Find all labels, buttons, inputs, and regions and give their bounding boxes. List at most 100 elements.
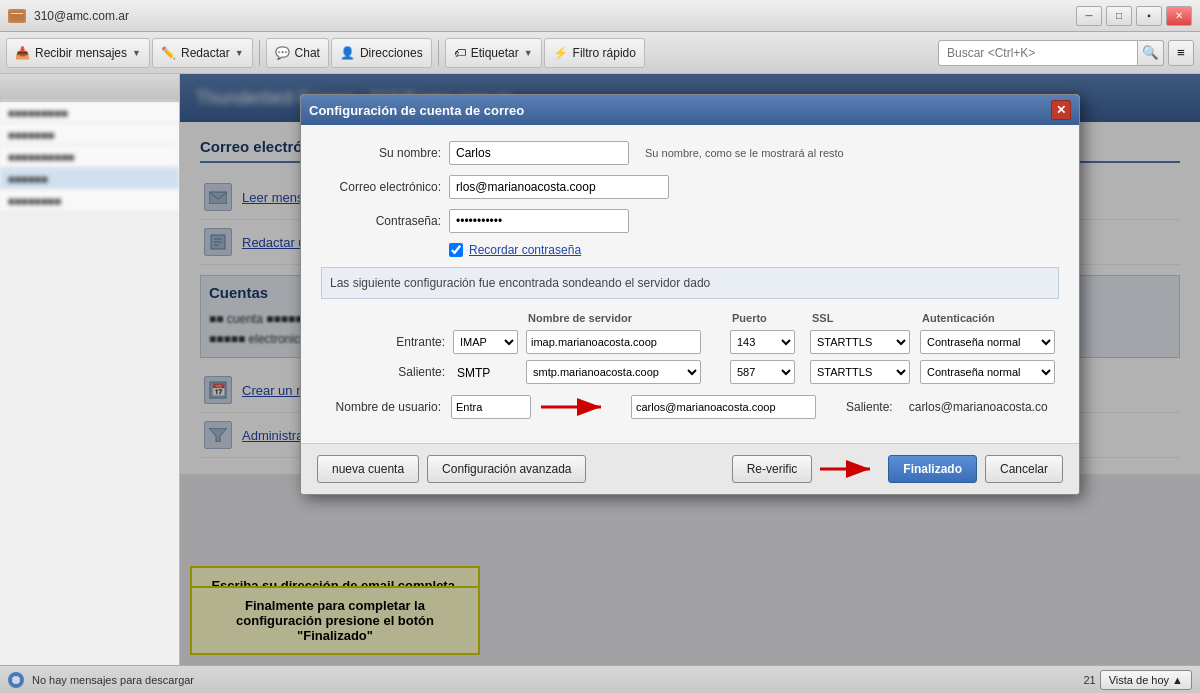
red-arrow-done bbox=[820, 454, 880, 484]
search-button[interactable]: 🔍 bbox=[1138, 40, 1164, 66]
svg-point-14 bbox=[12, 676, 20, 684]
email-input[interactable] bbox=[449, 175, 669, 199]
outgoing-protocol: SMTP bbox=[453, 366, 494, 380]
sidebar: ■■■■■■■■■ ■■■■■■■ ■■■■■■■■■■ ■■■■■■ ■■■■… bbox=[0, 74, 180, 665]
outgoing-auth-select[interactable]: Contraseña normal OAuth2 bbox=[920, 360, 1055, 384]
filter-icon: ⚡ bbox=[553, 46, 568, 60]
remember-row: Recordar contraseña bbox=[449, 243, 1059, 257]
tag-arrow: ▼ bbox=[524, 48, 533, 58]
address-button[interactable]: 👤 Direcciones bbox=[331, 38, 432, 68]
maximize-button[interactable]: □ bbox=[1106, 6, 1132, 26]
nombre-hint: Su nombre, como se le mostrará al resto bbox=[645, 147, 844, 159]
window-title: 310@amc.com.ar bbox=[34, 9, 1068, 23]
restore-button[interactable]: ▪ bbox=[1136, 6, 1162, 26]
email-config-dialog: Configuración de cuenta de correo ✕ Su n… bbox=[300, 94, 1080, 495]
outgoing-user-label: Saliente: bbox=[846, 400, 893, 414]
status-icon bbox=[8, 672, 24, 688]
filter-button[interactable]: ⚡ Filtro rápido bbox=[544, 38, 645, 68]
cancel-button[interactable]: Cancelar bbox=[985, 455, 1063, 483]
remember-checkbox[interactable] bbox=[449, 243, 463, 257]
new-account-button[interactable]: nueva cuenta bbox=[317, 455, 419, 483]
done-button[interactable]: Finalizado bbox=[888, 455, 977, 483]
compose-label: Redactar bbox=[181, 46, 230, 60]
outgoing-port-select[interactable]: 587 465 25 bbox=[730, 360, 795, 384]
receive-button[interactable]: 📥 Recibir mensajes ▼ bbox=[6, 38, 150, 68]
sidebar-item-5[interactable]: ■■■■■■■■ bbox=[0, 190, 179, 212]
incoming-auth-select[interactable]: Contraseña normal OAuth2 bbox=[920, 330, 1055, 354]
address-label: Direcciones bbox=[360, 46, 423, 60]
recheck-button[interactable]: Re-verific bbox=[732, 455, 813, 483]
filter-label: Filtro rápido bbox=[573, 46, 636, 60]
dialog-titlebar: Configuración de cuenta de correo ✕ bbox=[301, 95, 1079, 125]
dialog-buttons: nueva cuenta Configuración avanzada Re-v… bbox=[301, 443, 1079, 494]
incoming-username-hint[interactable] bbox=[451, 395, 531, 419]
modal-overlay: Configuración de cuenta de correo ✕ Su n… bbox=[180, 74, 1200, 665]
content-area: Thunderbird Correo - 310@amc.com.ar Corr… bbox=[180, 74, 1200, 665]
main-toolbar: 📥 Recibir mensajes ▼ ✏️ Redactar ▼ 💬 Cha… bbox=[0, 32, 1200, 74]
red-arrow-inline bbox=[541, 395, 621, 419]
config-info: Las siguiente configuración fue encontra… bbox=[321, 267, 1059, 299]
search-input[interactable] bbox=[938, 40, 1138, 66]
svg-rect-0 bbox=[10, 11, 24, 21]
outgoing-label: Saliente: bbox=[325, 365, 445, 379]
receive-icon: 📥 bbox=[15, 46, 30, 60]
col-header-server: Nombre de servidor bbox=[522, 309, 726, 327]
toolbar-separator-1 bbox=[259, 40, 260, 66]
incoming-port-select[interactable]: 143 993 bbox=[730, 330, 795, 354]
view-today-arrow: ▲ bbox=[1172, 674, 1183, 686]
tag-label: Etiquetar bbox=[471, 46, 519, 60]
menu-button[interactable]: ≡ bbox=[1168, 40, 1194, 66]
incoming-server-input[interactable] bbox=[526, 330, 701, 354]
tag-button[interactable]: 🏷 Etiquetar ▼ bbox=[445, 38, 542, 68]
outgoing-ssl-select[interactable]: STARTTLS SSL/TLS None bbox=[810, 360, 910, 384]
chat-icon: 💬 bbox=[275, 46, 290, 60]
window-controls: ─ □ ▪ ✕ bbox=[1076, 6, 1192, 26]
nombre-row: Su nombre: Su nombre, como se le mostrar… bbox=[321, 141, 1059, 165]
username-label: Nombre de usuario: bbox=[321, 400, 441, 414]
compose-button[interactable]: ✏️ Redactar ▼ bbox=[152, 38, 253, 68]
outgoing-row: Saliente: SMTP smtp.marianoacosta.coop bbox=[321, 357, 1059, 387]
chat-button[interactable]: 💬 Chat bbox=[266, 38, 329, 68]
sidebar-item-3[interactable]: ■■■■■■■■■■ bbox=[0, 146, 179, 168]
col-header-ssl: SSL bbox=[806, 309, 916, 327]
minimize-button[interactable]: ─ bbox=[1076, 6, 1102, 26]
toolbar-separator-2 bbox=[438, 40, 439, 66]
status-message: No hay mensajes para descargar bbox=[32, 674, 194, 686]
recheck-label: Re-verific bbox=[747, 462, 798, 476]
email-row: Correo electrónico: bbox=[321, 175, 1059, 199]
arrow-container bbox=[820, 454, 880, 484]
svg-rect-1 bbox=[11, 13, 23, 14]
sidebar-item-4[interactable]: ■■■■■■ bbox=[0, 168, 179, 190]
password-input[interactable] bbox=[449, 209, 629, 233]
incoming-label: Entrante: bbox=[325, 335, 445, 349]
col-header-auth: Autenticación bbox=[916, 309, 1059, 327]
main-area: ■■■■■■■■■ ■■■■■■■ ■■■■■■■■■■ ■■■■■■ ■■■■… bbox=[0, 74, 1200, 665]
nombre-input[interactable] bbox=[449, 141, 629, 165]
new-account-label: nueva cuenta bbox=[332, 462, 404, 476]
username-section: Nombre de usuario: bbox=[321, 395, 1059, 419]
close-button[interactable]: ✕ bbox=[1166, 6, 1192, 26]
dialog-title: Configuración de cuenta de correo bbox=[309, 103, 524, 118]
incoming-protocol-select[interactable]: IMAP POP3 bbox=[453, 330, 518, 354]
outgoing-username-value: carlos@marianoacosta.co bbox=[909, 400, 1048, 414]
col-header-empty bbox=[321, 309, 449, 327]
dialog-close-button[interactable]: ✕ bbox=[1051, 100, 1071, 120]
view-today-button[interactable]: Vista de hoy ▲ bbox=[1100, 670, 1192, 690]
incoming-ssl-select[interactable]: STARTTLS SSL/TLS None bbox=[810, 330, 910, 354]
sidebar-item-2[interactable]: ■■■■■■■ bbox=[0, 124, 179, 146]
incoming-username-input[interactable] bbox=[631, 395, 816, 419]
sidebar-item-1[interactable]: ■■■■■■■■■ bbox=[0, 102, 179, 124]
outgoing-server-select[interactable]: smtp.marianoacosta.coop bbox=[526, 360, 701, 384]
advanced-config-button[interactable]: Configuración avanzada bbox=[427, 455, 586, 483]
search-box: 🔍 ≡ bbox=[938, 40, 1194, 66]
col-header-protocol bbox=[449, 309, 522, 327]
chat-label: Chat bbox=[295, 46, 320, 60]
password-row: Contraseña: bbox=[321, 209, 1059, 233]
done-label: Finalizado bbox=[903, 462, 962, 476]
status-right: 21 Vista de hoy ▲ bbox=[1083, 670, 1192, 690]
sidebar-header bbox=[0, 74, 179, 102]
search-icon: 🔍 bbox=[1142, 45, 1159, 60]
view-today-label: Vista de hoy bbox=[1109, 674, 1169, 686]
remember-label[interactable]: Recordar contraseña bbox=[469, 243, 581, 257]
email-label: Correo electrónico: bbox=[321, 180, 441, 194]
